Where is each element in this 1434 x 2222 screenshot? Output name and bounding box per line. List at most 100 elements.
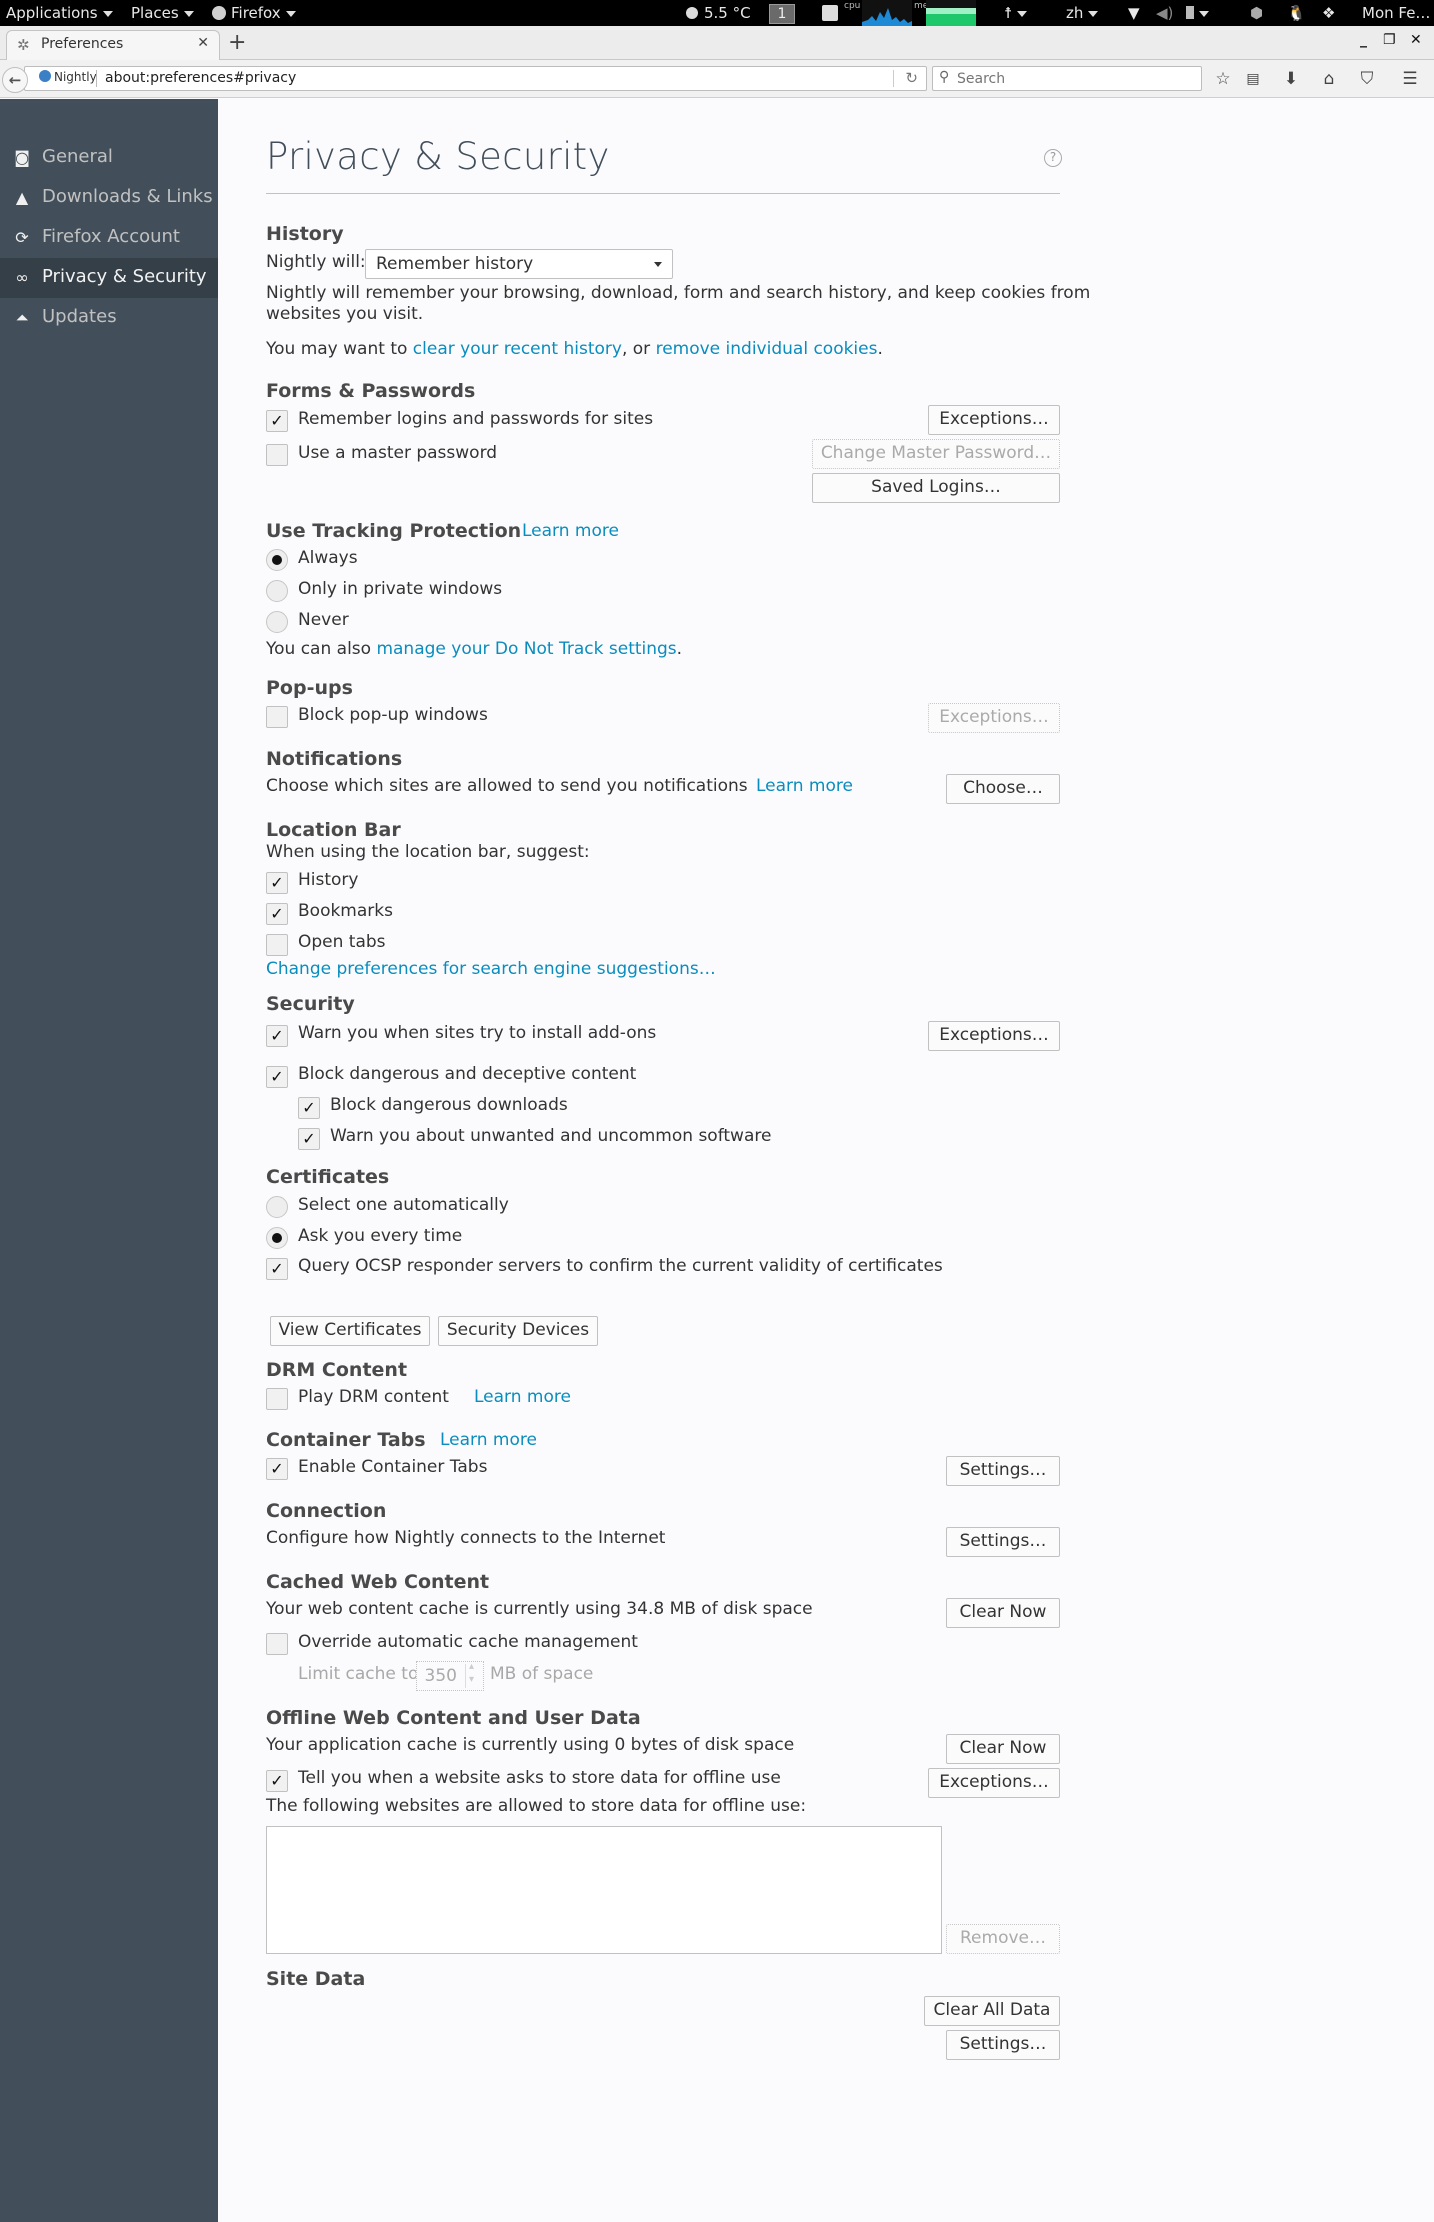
volume-icon[interactable]: ◀) xyxy=(1156,3,1173,23)
addon-exceptions-button[interactable]: Exceptions… xyxy=(928,1021,1060,1051)
suggest-history-checkbox[interactable]: ✓ xyxy=(266,872,288,894)
notifications-learn-more-link[interactable]: Learn more xyxy=(756,776,853,796)
tux-tray-icon[interactable]: 🐧 xyxy=(1287,3,1306,23)
remember-logins-checkbox[interactable]: ✓ xyxy=(266,410,288,432)
view-certificates-button[interactable]: View Certificates xyxy=(270,1316,430,1346)
back-button[interactable]: ← xyxy=(2,67,28,93)
offline-exceptions-button[interactable]: Exceptions… xyxy=(928,1768,1060,1798)
play-drm-label[interactable]: Play DRM content xyxy=(298,1387,449,1407)
bookmarks-menu-icon[interactable]: ▤ xyxy=(1241,68,1265,90)
enable-containers-label[interactable]: Enable Container Tabs xyxy=(298,1457,487,1477)
remember-logins-label[interactable]: Remember logins and passwords for sites xyxy=(298,409,653,429)
connection-settings-button[interactable]: Settings… xyxy=(946,1527,1060,1557)
remove-offline-site-button[interactable]: Remove… xyxy=(946,1924,1060,1954)
warn-unwanted-checkbox[interactable]: ✓ xyxy=(298,1128,320,1150)
tracking-never-label[interactable]: Never xyxy=(298,610,349,630)
search-input[interactable] xyxy=(957,69,1197,88)
cache-limit-spinner[interactable] xyxy=(465,1661,481,1688)
warn-unwanted-label[interactable]: Warn you about unwanted and uncommon sof… xyxy=(330,1126,771,1146)
offline-sites-list[interactable] xyxy=(266,1826,942,1954)
change-master-password-button[interactable]: Change Master Password… xyxy=(812,439,1060,469)
search-suggestions-prefs-link[interactable]: Change preferences for search engine sug… xyxy=(266,959,716,979)
containers-settings-button[interactable]: Settings… xyxy=(946,1456,1060,1486)
search-bar[interactable]: ⚲ xyxy=(932,66,1202,91)
ocsp-label[interactable]: Query OCSP responder servers to confirm … xyxy=(298,1256,943,1276)
sidebar-item-updates[interactable]: ⏶ Updates xyxy=(0,298,218,338)
dropbox-tray-icon[interactable]: ❖ xyxy=(1322,3,1335,23)
weather-indicator[interactable]: 5.5 °C xyxy=(686,3,751,23)
suggest-bookmarks-checkbox[interactable]: ✓ xyxy=(266,903,288,925)
warn-addons-label[interactable]: Warn you when sites try to install add-o… xyxy=(298,1023,656,1043)
offline-notify-checkbox[interactable]: ✓ xyxy=(266,1770,288,1792)
suggest-open-tabs-checkbox[interactable] xyxy=(266,934,288,956)
popup-exceptions-button[interactable]: Exceptions… xyxy=(928,703,1060,733)
reload-icon[interactable]: ↻ xyxy=(905,69,918,87)
enable-containers-checkbox[interactable]: ✓ xyxy=(266,1458,288,1480)
minimize-button[interactable]: _ xyxy=(1360,32,1367,48)
close-tab-icon[interactable]: ✕ xyxy=(197,35,209,51)
identity-box[interactable]: Nightly xyxy=(39,70,97,84)
cert-auto-label[interactable]: Select one automatically xyxy=(298,1195,509,1215)
shield-tray-icon[interactable]: ⬢ xyxy=(1250,3,1263,23)
block-downloads-checkbox[interactable]: ✓ xyxy=(298,1097,320,1119)
workspace-switcher[interactable]: 1 xyxy=(769,3,795,24)
password-exceptions-button[interactable]: Exceptions… xyxy=(928,405,1060,435)
master-password-checkbox[interactable] xyxy=(266,444,288,466)
override-cache-checkbox[interactable] xyxy=(266,1633,288,1655)
keyboard-layout-menu[interactable]: zh xyxy=(1066,3,1099,23)
block-dangerous-label[interactable]: Block dangerous and deceptive content xyxy=(298,1064,636,1084)
new-tab-button[interactable]: + xyxy=(228,30,246,56)
clear-cache-button[interactable]: Clear Now xyxy=(946,1598,1060,1628)
firefox-menu[interactable]: Firefox xyxy=(212,3,296,23)
home-icon[interactable]: ⌂ xyxy=(1317,68,1341,90)
wifi-icon[interactable]: ▼ xyxy=(1128,3,1140,23)
tracking-always-radio[interactable] xyxy=(266,549,288,571)
saved-logins-button[interactable]: Saved Logins… xyxy=(812,473,1060,503)
cert-auto-radio[interactable] xyxy=(266,1196,288,1218)
downloads-icon[interactable]: ⬇ xyxy=(1279,68,1303,90)
sidebar-item-general[interactable]: ◙ General xyxy=(0,138,218,178)
warn-addons-checkbox[interactable]: ✓ xyxy=(266,1025,288,1047)
hamburger-menu-icon[interactable]: ☰ xyxy=(1398,68,1422,90)
cert-ask-radio[interactable] xyxy=(266,1227,288,1249)
sidebar-item-privacy-security[interactable]: ∞ Privacy & Security xyxy=(0,258,218,298)
offline-notify-label[interactable]: Tell you when a website asks to store da… xyxy=(298,1768,781,1788)
clear-recent-history-link[interactable]: clear your recent history xyxy=(413,339,622,359)
block-popups-label[interactable]: Block pop-up windows xyxy=(298,705,488,725)
tracking-private-radio[interactable] xyxy=(266,580,288,602)
override-cache-label[interactable]: Override automatic cache management xyxy=(298,1632,638,1652)
pocket-icon[interactable]: ⛉ xyxy=(1355,68,1379,90)
tracking-never-radio[interactable] xyxy=(266,611,288,633)
suggest-bookmarks-label[interactable]: Bookmarks xyxy=(298,901,393,921)
play-drm-checkbox[interactable] xyxy=(266,1388,288,1410)
restore-button[interactable]: ❐ xyxy=(1383,32,1396,48)
tracking-private-label[interactable]: Only in private windows xyxy=(298,579,502,599)
help-icon[interactable]: ? xyxy=(1044,149,1062,167)
url-text[interactable]: about:preferences#privacy xyxy=(105,70,296,86)
containers-learn-more-link[interactable]: Learn more xyxy=(440,1430,537,1450)
battery-menu[interactable] xyxy=(1186,3,1209,23)
history-mode-select[interactable]: Remember history xyxy=(365,249,673,279)
drm-learn-more-link[interactable]: Learn more xyxy=(474,1387,571,1407)
tracking-always-label[interactable]: Always xyxy=(298,548,358,568)
clock[interactable]: Mon Fe… xyxy=(1362,3,1430,23)
block-dangerous-checkbox[interactable]: ✓ xyxy=(266,1066,288,1088)
places-menu[interactable]: Places xyxy=(131,3,194,23)
dnt-settings-link[interactable]: manage your Do Not Track settings xyxy=(376,639,676,659)
cert-ask-label[interactable]: Ask you every time xyxy=(298,1226,462,1246)
sidebar-item-firefox-account[interactable]: ⟳ Firefox Account xyxy=(0,218,218,258)
url-bar[interactable]: Nightly about:preferences#privacy ↻ xyxy=(24,66,927,91)
cache-limit-input[interactable]: 350 xyxy=(416,1661,484,1691)
remove-cookies-link[interactable]: remove individual cookies xyxy=(656,339,878,359)
close-window-button[interactable]: ✕ xyxy=(1410,32,1422,48)
notifications-choose-button[interactable]: Choose… xyxy=(946,774,1060,804)
sidebar-item-downloads-links[interactable]: ▲ Downloads & Links xyxy=(0,178,218,218)
security-devices-button[interactable]: Security Devices xyxy=(438,1316,598,1346)
block-popups-checkbox[interactable] xyxy=(266,706,288,728)
ocsp-checkbox[interactable]: ✓ xyxy=(266,1258,288,1280)
tab-preferences[interactable]: ✲ Preferences ✕ xyxy=(6,30,220,61)
bookmark-star-icon[interactable]: ☆ xyxy=(1211,68,1235,90)
clear-all-site-data-button[interactable]: Clear All Data xyxy=(924,1996,1060,2026)
site-data-settings-button[interactable]: Settings… xyxy=(946,2030,1060,2060)
clear-app-cache-button[interactable]: Clear Now xyxy=(946,1734,1060,1764)
